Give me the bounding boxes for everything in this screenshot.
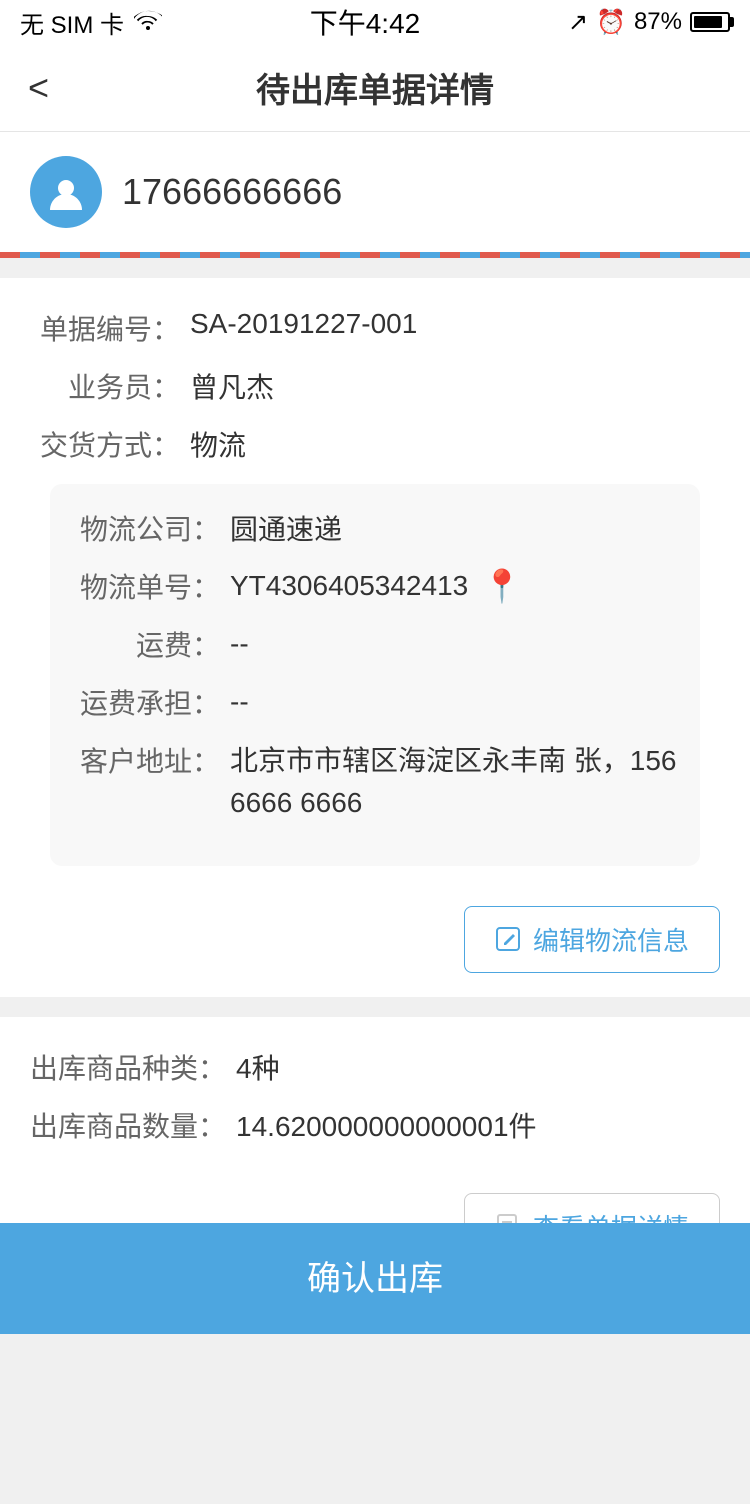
delivery-method-value: 物流: [190, 424, 720, 464]
edit-logistics-button[interactable]: 编辑物流信息: [464, 906, 720, 973]
map-pin-icon[interactable]: 📍: [482, 567, 522, 605]
tracking-no-row: 物流单号： YT4306405342413 📍: [70, 566, 680, 606]
edit-icon: [495, 926, 523, 954]
goods-quantity-row: 出库商品数量： 14.620000000000001件: [30, 1105, 720, 1145]
goods-section: 出库商品种类： 4种 出库商品数量： 14.620000000000001件: [0, 1017, 750, 1183]
order-no-row: 单据编号： SA-20191227-001: [30, 308, 720, 348]
battery-icon: [690, 12, 730, 32]
logistics-company-label: 物流公司：: [70, 508, 220, 548]
delivery-method-label: 交货方式：: [30, 424, 180, 464]
goods-types-value: 4种: [236, 1047, 720, 1087]
status-time: 下午4:42: [310, 2, 421, 42]
address-label: 客户地址：: [70, 740, 220, 780]
order-no-value: SA-20191227-001: [190, 308, 720, 340]
status-left: 无 SIM 卡: [20, 5, 162, 40]
status-bar: 无 SIM 卡 下午4:42 ↗ ⏰ 87%: [0, 0, 750, 44]
back-button[interactable]: <: [28, 67, 49, 109]
goods-quantity-label: 出库商品数量：: [30, 1105, 226, 1145]
freight-value: --: [230, 628, 680, 660]
customer-section: 17666666666: [0, 132, 750, 252]
battery-percent: 87%: [634, 8, 682, 36]
logistics-company-row: 物流公司： 圆通速递: [70, 508, 680, 548]
freight-row: 运费： --: [70, 624, 680, 664]
sales-rep-row: 业务员： 曾凡杰: [30, 366, 720, 406]
logistics-card: 物流公司： 圆通速递 物流单号： YT4306405342413 📍 运费： -…: [50, 484, 700, 866]
order-info-section: 单据编号： SA-20191227-001 业务员： 曾凡杰 交货方式： 物流 …: [0, 278, 750, 886]
logistics-company-value: 圆通速递: [230, 508, 680, 548]
address-row: 客户地址： 北京市市辖区海淀区永丰南 张，156 6666 6666: [70, 740, 680, 824]
sales-rep-label: 业务员：: [30, 366, 180, 406]
sim-label: 无 SIM 卡: [20, 5, 124, 40]
alarm-icon: ⏰: [596, 8, 626, 37]
address-value: 北京市市辖区海淀区永丰南 张，156 6666 6666: [230, 740, 680, 824]
delivery-method-row: 交货方式： 物流: [30, 424, 720, 464]
sales-rep-value: 曾凡杰: [190, 366, 720, 406]
dashed-divider: [0, 252, 750, 258]
avatar: [30, 156, 102, 228]
goods-types-row: 出库商品种类： 4种: [30, 1047, 720, 1087]
freight-bearer-label: 运费承担：: [70, 682, 220, 722]
tracking-no-value: YT4306405342413 📍: [230, 567, 680, 605]
nav-bar: < 待出库单据详情: [0, 44, 750, 132]
confirm-btn-label: 确认出库: [307, 1260, 443, 1298]
goods-types-label: 出库商品种类：: [30, 1047, 226, 1087]
edit-logistics-section: 编辑物流信息: [0, 886, 750, 997]
location-status-icon: ↗: [568, 8, 588, 37]
freight-bearer-value: --: [230, 686, 680, 718]
customer-phone: 17666666666: [122, 171, 342, 213]
section-divider: [0, 997, 750, 1017]
freight-bearer-row: 运费承担： --: [70, 682, 680, 722]
status-right: ↗ ⏰ 87%: [568, 8, 730, 37]
order-no-label: 单据编号：: [30, 308, 180, 348]
page-title: 待出库单据详情: [256, 63, 494, 112]
freight-label: 运费：: [70, 624, 220, 664]
goods-quantity-value: 14.620000000000001件: [236, 1105, 720, 1145]
wifi-icon: [134, 8, 162, 37]
confirm-outbound-button[interactable]: 确认出库: [0, 1223, 750, 1334]
tracking-no-label: 物流单号：: [70, 566, 220, 606]
edit-btn-label: 编辑物流信息: [533, 921, 689, 958]
